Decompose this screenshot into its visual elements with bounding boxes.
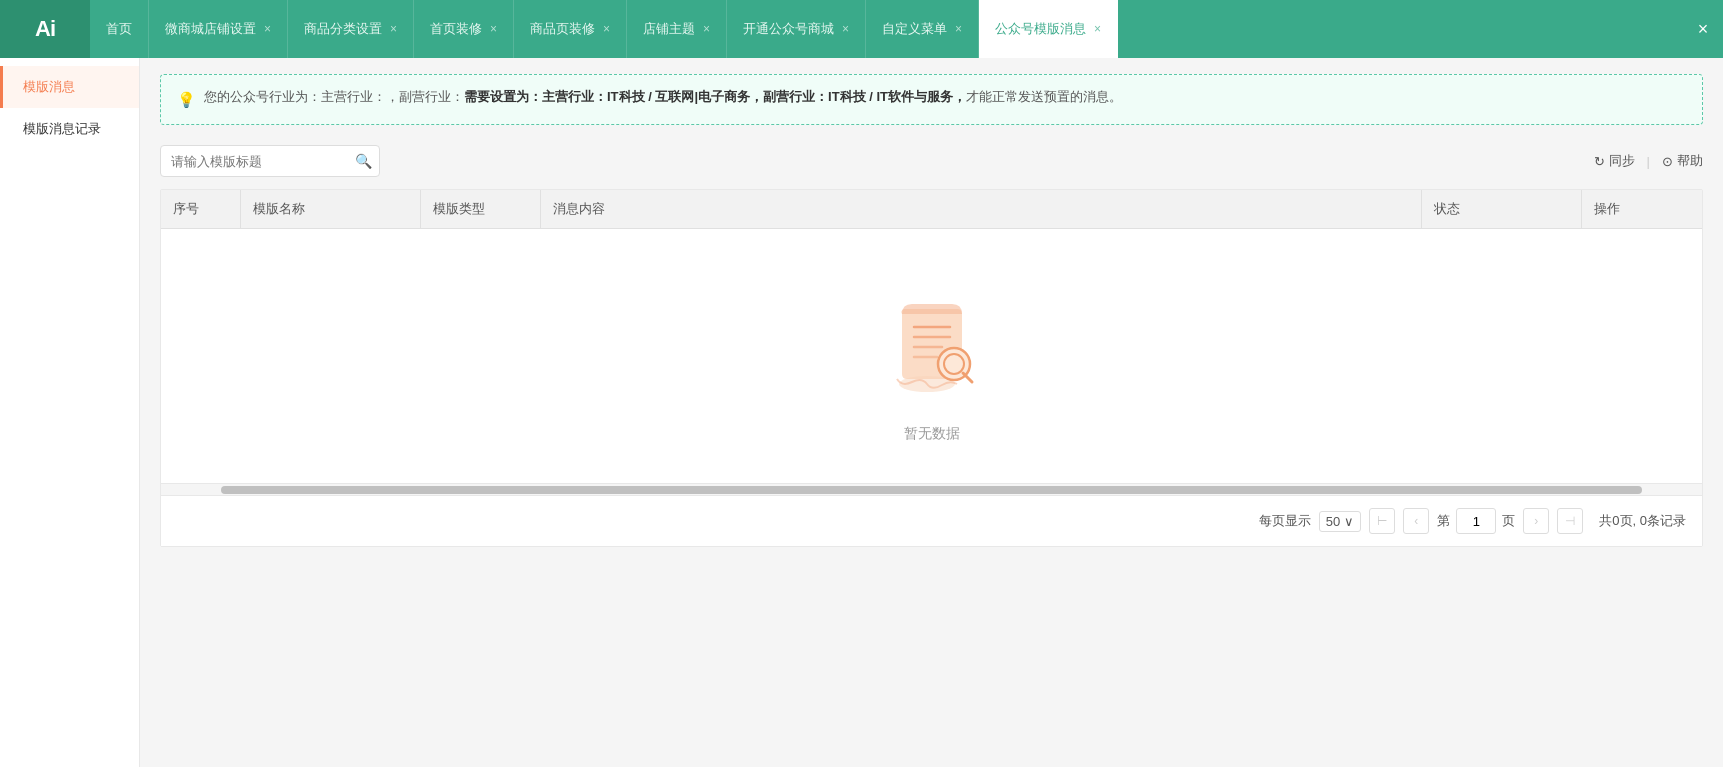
content-area: 💡 您的公众号行业为：主营行业：，副营行业：需要设置为：主营行业：IT科技 / … bbox=[140, 58, 1723, 767]
sync-button[interactable]: ↻ 同步 bbox=[1594, 152, 1635, 170]
main-layout: 模版消息模版消息记录 💡 您的公众号行业为：主营行业：，副营行业：需要设置为：主… bbox=[0, 58, 1723, 767]
nav-tab-3[interactable]: 首页装修 × bbox=[414, 0, 514, 58]
nav-tab-close[interactable]: × bbox=[264, 22, 271, 36]
nav-tab-0[interactable]: 首页 bbox=[90, 0, 149, 58]
notice-text: 您的公众号行业为：主营行业：，副营行业：需要设置为：主营行业：IT科技 / 互联… bbox=[204, 87, 1122, 108]
nav-tab-label: 首页 bbox=[106, 20, 132, 38]
nav-tab-1[interactable]: 微商城店铺设置 × bbox=[149, 0, 288, 58]
sidebar-item-1[interactable]: 模版消息记录 bbox=[0, 108, 139, 150]
table-header-3: 消息内容 bbox=[541, 190, 1422, 228]
nav-tab-6[interactable]: 开通公众号商城 × bbox=[727, 0, 866, 58]
empty-state: 暂无数据 bbox=[161, 229, 1702, 483]
table-header-5: 操作 bbox=[1582, 190, 1702, 228]
page-input-wrap: 第 页 bbox=[1437, 508, 1515, 534]
nav-tab-label: 商品页装修 bbox=[530, 20, 595, 38]
page-number-input[interactable] bbox=[1456, 508, 1496, 534]
search-right: ↻ 同步 | ⊙ 帮助 bbox=[1594, 152, 1703, 170]
logo: Ai bbox=[0, 0, 90, 58]
table-header: 序号模版名称模版类型消息内容状态操作 bbox=[161, 190, 1702, 229]
page-last-button[interactable]: ⊣ bbox=[1557, 508, 1583, 534]
table-header-0: 序号 bbox=[161, 190, 241, 228]
chevron-down-icon: ∨ bbox=[1344, 514, 1354, 529]
nav-tab-4[interactable]: 商品页装修 × bbox=[514, 0, 627, 58]
nav-tab-label: 首页装修 bbox=[430, 20, 482, 38]
nav-tab-7[interactable]: 自定义菜单 × bbox=[866, 0, 979, 58]
table-wrap: 序号模版名称模版类型消息内容状态操作 bbox=[160, 189, 1703, 547]
empty-text: 暂无数据 bbox=[904, 425, 960, 443]
nav-tab-close[interactable]: × bbox=[842, 22, 849, 36]
scrollbar-thumb[interactable] bbox=[221, 486, 1642, 494]
notice-icon: 💡 bbox=[177, 88, 196, 112]
nav-tab-close[interactable]: × bbox=[390, 22, 397, 36]
sidebar: 模版消息模版消息记录 bbox=[0, 58, 140, 767]
page-prev-button[interactable]: ‹ bbox=[1403, 508, 1429, 534]
nav-tab-label: 自定义菜单 bbox=[882, 20, 947, 38]
nav-tab-close[interactable]: × bbox=[703, 22, 710, 36]
page-size-label: 每页显示 bbox=[1259, 512, 1311, 530]
nav-tab-label: 商品分类设置 bbox=[304, 20, 382, 38]
table-header-2: 模版类型 bbox=[421, 190, 541, 228]
nav-tab-5[interactable]: 店铺主题 × bbox=[627, 0, 727, 58]
nav-tab-label: 店铺主题 bbox=[643, 20, 695, 38]
search-input[interactable] bbox=[160, 145, 380, 177]
sidebar-item-0[interactable]: 模版消息 bbox=[0, 66, 139, 108]
top-nav: Ai 首页微商城店铺设置×商品分类设置×首页装修×商品页装修×店铺主题×开通公众… bbox=[0, 0, 1723, 58]
table-header-1: 模版名称 bbox=[241, 190, 421, 228]
horizontal-scrollbar[interactable] bbox=[161, 483, 1702, 495]
search-bar: 🔍 ↻ 同步 | ⊙ 帮助 bbox=[160, 145, 1703, 177]
sync-icon: ↻ bbox=[1594, 154, 1605, 169]
table-header-4: 状态 bbox=[1422, 190, 1582, 228]
search-left: 🔍 bbox=[160, 145, 380, 177]
page-size-select[interactable]: 50 ∨ bbox=[1319, 511, 1361, 532]
nav-tab-label: 微商城店铺设置 bbox=[165, 20, 256, 38]
nav-tabs: 首页微商城店铺设置×商品分类设置×首页装修×商品页装修×店铺主题×开通公众号商城… bbox=[90, 0, 1683, 58]
page-first-button[interactable]: ⊢ bbox=[1369, 508, 1395, 534]
empty-illustration bbox=[872, 289, 992, 409]
nav-tab-label: 开通公众号商城 bbox=[743, 20, 834, 38]
notice-banner: 💡 您的公众号行业为：主营行业：，副营行业：需要设置为：主营行业：IT科技 / … bbox=[160, 74, 1703, 125]
nav-tab-8[interactable]: 公众号模版消息 × bbox=[979, 0, 1118, 58]
page-next-button[interactable]: › bbox=[1523, 508, 1549, 534]
nav-tab-close[interactable]: × bbox=[1094, 22, 1101, 36]
help-icon: ⊙ bbox=[1662, 154, 1673, 169]
search-input-wrap: 🔍 bbox=[160, 145, 380, 177]
help-button[interactable]: ⊙ 帮助 bbox=[1662, 152, 1703, 170]
nav-tab-close[interactable]: × bbox=[603, 22, 610, 36]
pagination: 每页显示 50 ∨ ⊢ ‹ 第 页 › ⊣ 共0页, 0条记录 bbox=[161, 495, 1702, 546]
search-icon[interactable]: 🔍 bbox=[355, 153, 372, 169]
nav-tab-close[interactable]: × bbox=[490, 22, 497, 36]
page-total: 共0页, 0条记录 bbox=[1599, 512, 1686, 530]
close-all-button[interactable]: × bbox=[1683, 0, 1723, 58]
nav-tab-label: 公众号模版消息 bbox=[995, 20, 1086, 38]
empty-svg bbox=[872, 289, 992, 409]
nav-tab-close[interactable]: × bbox=[955, 22, 962, 36]
nav-tab-2[interactable]: 商品分类设置 × bbox=[288, 0, 414, 58]
divider: | bbox=[1647, 154, 1650, 169]
